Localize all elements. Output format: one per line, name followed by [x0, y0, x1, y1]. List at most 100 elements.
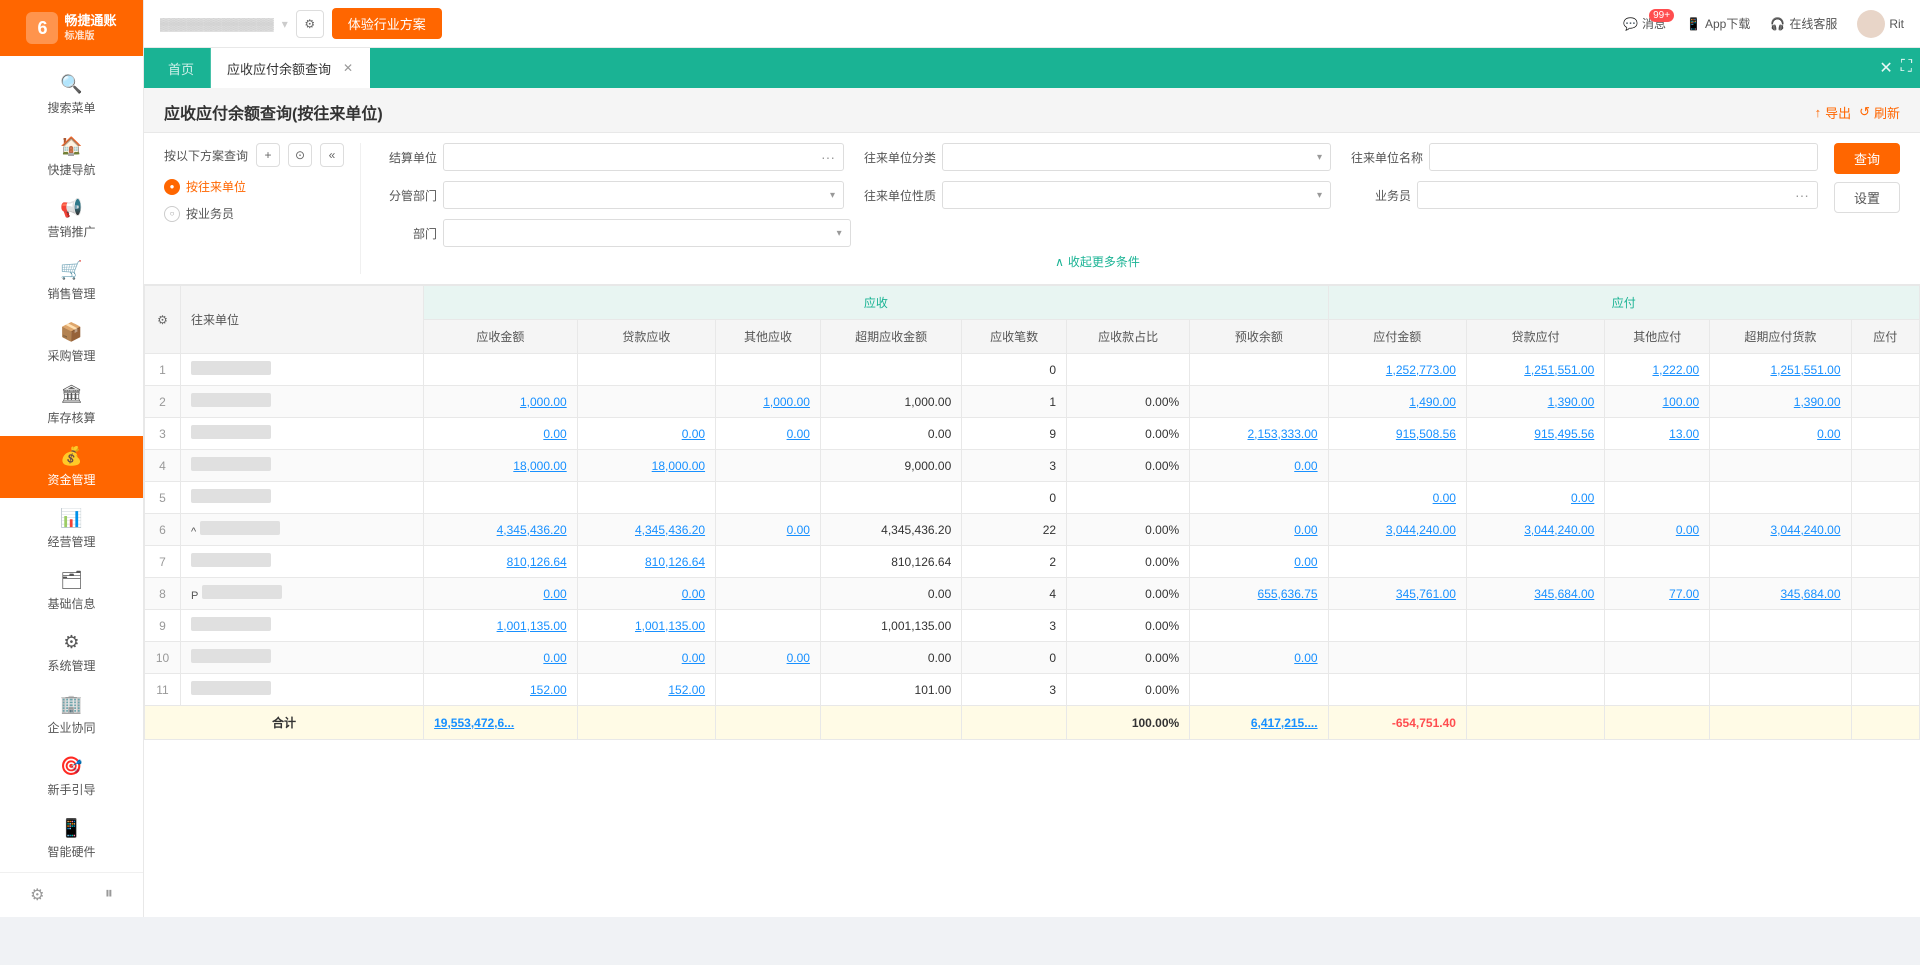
- tab-receivable[interactable]: 应收应付余额查询 ✕: [211, 48, 370, 88]
- table-cell[interactable]: 152.00: [424, 674, 578, 706]
- cell-link[interactable]: 810,126.64: [645, 555, 705, 569]
- cell-link[interactable]: 18,000.00: [652, 459, 705, 473]
- table-cell[interactable]: 0.00: [577, 642, 715, 674]
- scheme-by-staff[interactable]: ○ 按业务员: [164, 202, 344, 225]
- message-btn[interactable]: 💬 消息 99+: [1623, 15, 1666, 32]
- table-cell[interactable]: 77.00: [1605, 578, 1710, 610]
- tab-home[interactable]: 首页: [152, 48, 211, 88]
- sidebar-item-inventory[interactable]: 🏛 库存核算: [0, 374, 143, 436]
- cell-link[interactable]: 0.00: [787, 427, 810, 441]
- table-cell[interactable]: 152.00: [577, 674, 715, 706]
- sidebar-item-system[interactable]: ⚙ 系统管理: [0, 622, 143, 684]
- sidebar-item-marketing[interactable]: 📢 营销推广: [0, 188, 143, 250]
- table-cell[interactable]: 18,000.00: [577, 450, 715, 482]
- cell-link[interactable]: 4,345,436.20: [635, 523, 705, 537]
- cell-link[interactable]: 0.00: [1294, 555, 1317, 569]
- sidebar-item-quick-nav[interactable]: 🏠 快捷导航: [0, 126, 143, 188]
- cell-link[interactable]: 0.00: [543, 587, 566, 601]
- cell-link[interactable]: 0.00: [543, 651, 566, 665]
- table-settings-icon[interactable]: ⚙: [157, 313, 168, 327]
- user-info[interactable]: Rit: [1857, 10, 1904, 38]
- cell-link[interactable]: 152.00: [668, 683, 705, 697]
- counterpart-name-input[interactable]: [1429, 143, 1818, 171]
- table-cell[interactable]: 0.00: [1466, 482, 1604, 514]
- cell-link[interactable]: 77.00: [1669, 587, 1699, 601]
- table-cell[interactable]: 1,000.00: [424, 386, 578, 418]
- table-cell[interactable]: 1,252,773.00: [1328, 354, 1466, 386]
- cell-link[interactable]: 915,495.56: [1534, 427, 1594, 441]
- table-cell[interactable]: 0.00: [577, 578, 715, 610]
- table-cell[interactable]: 0.00: [716, 514, 821, 546]
- table-cell[interactable]: 0.00: [577, 418, 715, 450]
- table-cell[interactable]: 1,001,135.00: [577, 610, 715, 642]
- cell-link[interactable]: 0.00: [682, 427, 705, 441]
- table-cell[interactable]: 0.00: [1710, 418, 1851, 450]
- settings-gear-btn[interactable]: ⚙: [296, 10, 324, 38]
- collapse-more-btn[interactable]: ∧ 收起更多条件: [377, 253, 1818, 270]
- cell-link[interactable]: 3,044,240.00: [1524, 523, 1594, 537]
- table-cell[interactable]: 1,490.00: [1328, 386, 1466, 418]
- cell-link[interactable]: 1,251,551.00: [1524, 363, 1594, 377]
- cell-link[interactable]: 152.00: [530, 683, 567, 697]
- app-download-btn[interactable]: 📱 App下载: [1686, 15, 1750, 32]
- cell-link[interactable]: 1,390.00: [1548, 395, 1595, 409]
- table-cell[interactable]: 345,684.00: [1466, 578, 1604, 610]
- table-cell[interactable]: 1,001,135.00: [424, 610, 578, 642]
- sidebar-item-sales[interactable]: 🛒 销售管理: [0, 250, 143, 312]
- table-cell[interactable]: 655,636.75: [1190, 578, 1328, 610]
- cell-link[interactable]: 2,153,333.00: [1248, 427, 1318, 441]
- edit-scheme-btn[interactable]: ⊙: [288, 143, 312, 167]
- cell-link[interactable]: 0.00: [787, 523, 810, 537]
- cell-link[interactable]: 345,684.00: [1534, 587, 1594, 601]
- salesperson-input[interactable]: ···: [1417, 181, 1818, 209]
- table-cell[interactable]: 1,390.00: [1466, 386, 1604, 418]
- table-cell[interactable]: 915,495.56: [1466, 418, 1604, 450]
- tab-close-btn[interactable]: ✕: [343, 61, 353, 75]
- cell-link[interactable]: 1,001,135.00: [497, 619, 567, 633]
- table-cell[interactable]: 810,126.64: [577, 546, 715, 578]
- counterpart-category-select[interactable]: ▾: [942, 143, 1331, 171]
- cell-link[interactable]: 0.00: [1676, 523, 1699, 537]
- sidebar-settings-btn[interactable]: ⚙: [30, 885, 44, 905]
- query-button[interactable]: 查询: [1834, 143, 1900, 174]
- cell-link[interactable]: 1,390.00: [1794, 395, 1841, 409]
- table-cell[interactable]: 1,251,551.00: [1466, 354, 1604, 386]
- table-cell[interactable]: 0.00: [1190, 514, 1328, 546]
- table-cell[interactable]: 0.00: [424, 642, 578, 674]
- cell-link[interactable]: 0.00: [1294, 523, 1317, 537]
- sidebar-item-purchase[interactable]: 📦 采购管理: [0, 312, 143, 374]
- online-service-btn[interactable]: 🎧 在线客服: [1770, 15, 1837, 32]
- table-cell[interactable]: 4,345,436.20: [577, 514, 715, 546]
- cell-link[interactable]: 3,044,240.00: [1386, 523, 1456, 537]
- sidebar-item-enterprise[interactable]: 🏢 企业协同: [0, 684, 143, 746]
- dept-managed-select[interactable]: ▾: [443, 181, 844, 209]
- table-cell[interactable]: 1,000.00: [716, 386, 821, 418]
- tab-close-window-btn[interactable]: ✕: [1879, 58, 1892, 78]
- table-cell[interactable]: 345,761.00: [1328, 578, 1466, 610]
- cell-link[interactable]: 1,252,773.00: [1386, 363, 1456, 377]
- cell-link[interactable]: 810,126.64: [507, 555, 567, 569]
- settlement-unit-input[interactable]: ···: [443, 143, 844, 171]
- cell-link[interactable]: 0.00: [1571, 491, 1594, 505]
- cell-link[interactable]: 0.00: [682, 651, 705, 665]
- sidebar-item-smart-hw[interactable]: 📱 智能硬件: [0, 808, 143, 870]
- cell-link[interactable]: 4,345,436.20: [497, 523, 567, 537]
- settlement-unit-dots[interactable]: ···: [821, 149, 835, 165]
- table-cell[interactable]: 0.00: [424, 418, 578, 450]
- counterpart-nature-select[interactable]: ▾: [942, 181, 1331, 209]
- cell-link[interactable]: 0.00: [1817, 427, 1840, 441]
- table-cell[interactable]: 1,222.00: [1605, 354, 1710, 386]
- table-cell[interactable]: 0.00: [1605, 514, 1710, 546]
- cell-link[interactable]: 100.00: [1662, 395, 1699, 409]
- tab-maximize-btn[interactable]: ⛶: [1901, 58, 1912, 78]
- export-btn[interactable]: ↑ 导出: [1815, 103, 1852, 122]
- cell-link[interactable]: 1,000.00: [520, 395, 567, 409]
- sidebar-collapse-btn[interactable]: ⏸: [105, 885, 113, 905]
- sidebar-item-finance[interactable]: 💰 资金管理: [0, 436, 143, 498]
- table-cell[interactable]: 0.00: [716, 642, 821, 674]
- collapse-scheme-btn[interactable]: «: [320, 143, 344, 167]
- dept-select[interactable]: ▾: [443, 219, 851, 247]
- cell-link[interactable]: 915,508.56: [1396, 427, 1456, 441]
- cell-link[interactable]: 18,000.00: [513, 459, 566, 473]
- cell-link[interactable]: 1,001,135.00: [635, 619, 705, 633]
